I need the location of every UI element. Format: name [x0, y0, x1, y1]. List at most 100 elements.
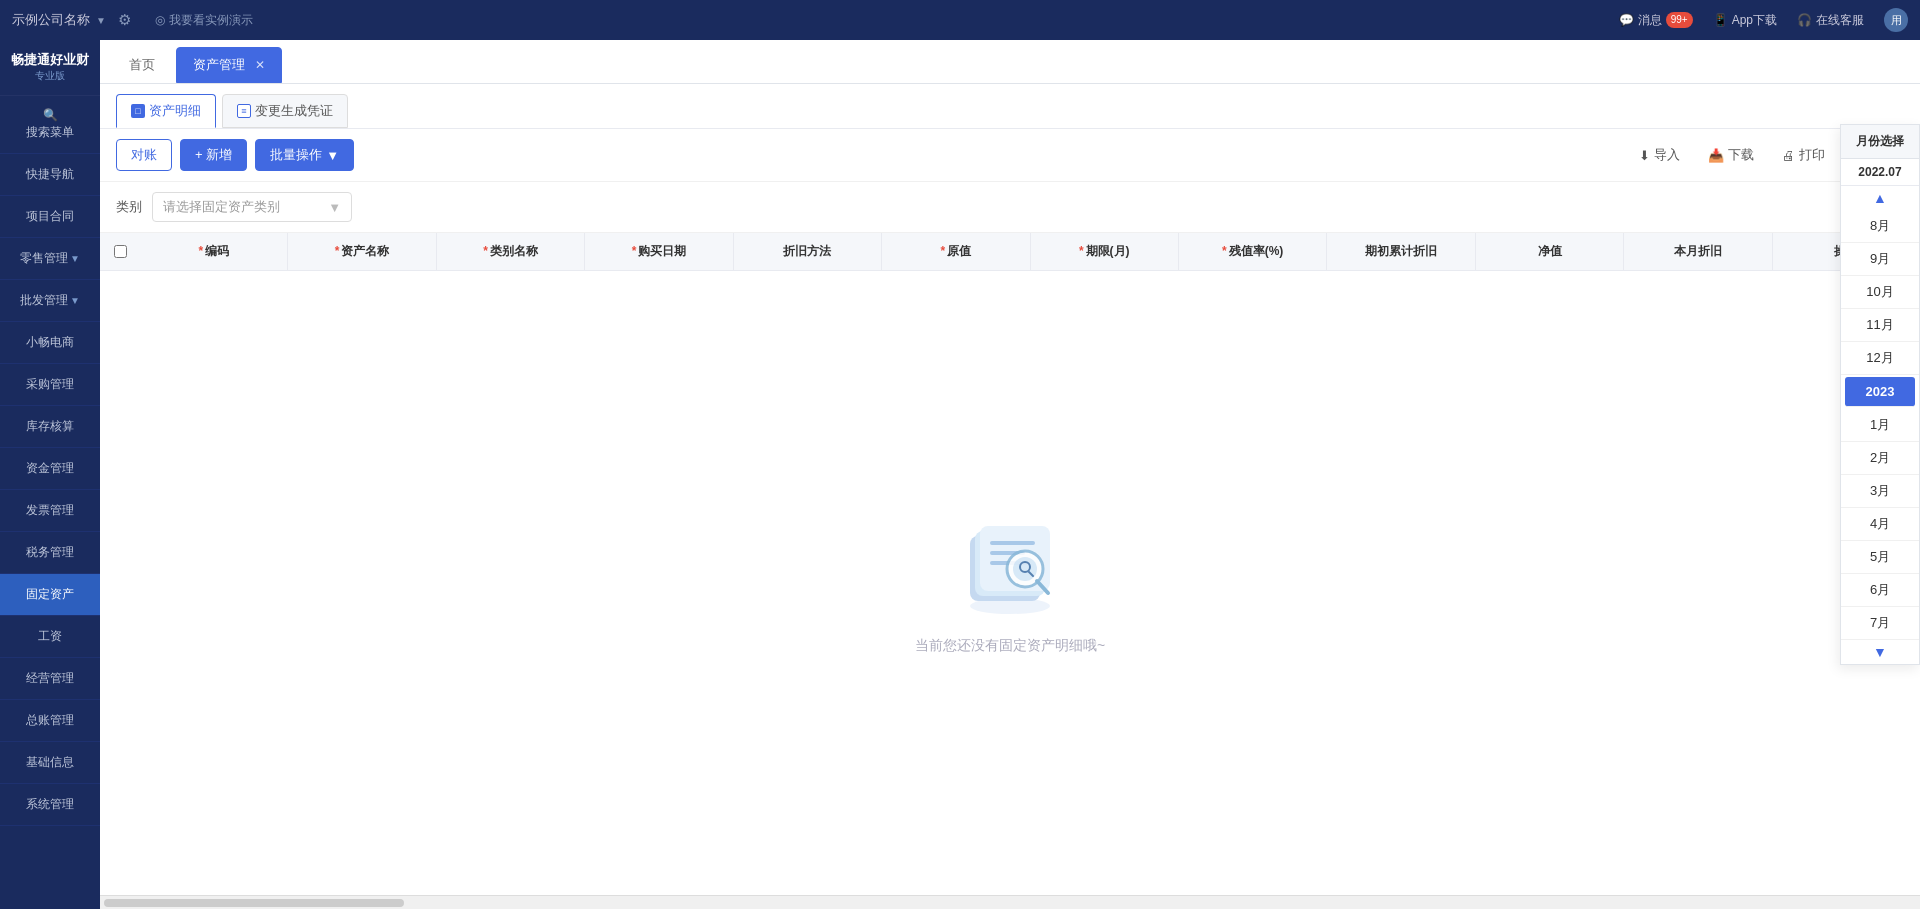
inventory-label: 库存核算	[26, 418, 74, 435]
demo-link[interactable]: ◎ 我要看实例演示	[155, 12, 253, 29]
col-depreciation-method: 折旧方法	[734, 233, 882, 270]
content-area: 首页 资产管理 ✕ □ 资产明细 ≡ 变更生成凭证	[100, 40, 1920, 909]
import-button[interactable]: ⬇ 导入	[1629, 140, 1690, 170]
month-2[interactable]: 2月	[1841, 442, 1919, 475]
wholesale-label: 批发管理	[20, 292, 68, 309]
month-5[interactable]: 5月	[1841, 541, 1919, 574]
sub-tab-change-voucher[interactable]: ≡ 变更生成凭证	[222, 94, 348, 128]
fixed-assets-label: 固定资产	[26, 586, 74, 603]
month-4[interactable]: 4月	[1841, 508, 1919, 541]
required-mark: *	[940, 244, 945, 258]
tab-home[interactable]: 首页	[112, 47, 172, 83]
sidebar-item-basic-info[interactable]: 基础信息	[0, 742, 100, 784]
svg-rect-4	[990, 541, 1035, 545]
sidebar: 畅捷通好业财 专业版 🔍 搜索菜单 快捷导航 项目合同 零售管理 ▼ 批发管理 …	[0, 40, 100, 909]
month-year-2023[interactable]: 2023	[1845, 377, 1915, 407]
sidebar-item-system[interactable]: 系统管理	[0, 784, 100, 826]
month-12[interactable]: 12月	[1841, 342, 1919, 375]
month-9[interactable]: 9月	[1841, 243, 1919, 276]
sidebar-item-ledger[interactable]: 总账管理	[0, 700, 100, 742]
app-download-label: App下载	[1732, 12, 1777, 29]
col-net-value: 净值	[1476, 233, 1624, 270]
sidebar-item-purchase[interactable]: 采购管理	[0, 364, 100, 406]
sidebar-item-retail[interactable]: 零售管理 ▼	[0, 238, 100, 280]
headset-icon: 🎧	[1797, 13, 1812, 27]
sidebar-item-ecommerce[interactable]: 小畅电商	[0, 322, 100, 364]
print-icon: 🖨	[1782, 148, 1795, 163]
add-button[interactable]: + 新增	[180, 139, 247, 171]
table-header: *编码 *资产名称 *类别名称 *购买日期 折旧方法 *原值	[100, 233, 1920, 271]
app-download-button[interactable]: 📱 App下载	[1713, 12, 1777, 29]
sidebar-item-quicknav[interactable]: 快捷导航	[0, 154, 100, 196]
month-1[interactable]: 1月	[1841, 409, 1919, 442]
reconcile-button[interactable]: 对账	[116, 139, 172, 171]
logo-sub: 专业版	[8, 69, 92, 83]
sidebar-item-label: 搜索菜单	[26, 124, 74, 141]
sub-tabs: □ 资产明细 ≡ 变更生成凭证	[100, 84, 1920, 129]
bottom-scrollbar[interactable]	[100, 895, 1920, 909]
empty-illustration	[950, 511, 1070, 621]
month-11[interactable]: 11月	[1841, 309, 1919, 342]
sidebar-item-finance[interactable]: 资金管理	[0, 448, 100, 490]
batch-label: 批量操作	[270, 146, 322, 164]
category-select-arrow-icon: ▼	[328, 200, 341, 215]
company-selector[interactable]: 示例公司名称 ▼	[12, 11, 106, 29]
batch-button[interactable]: 批量操作 ▼	[255, 139, 354, 171]
online-service-button[interactable]: 🎧 在线客服	[1797, 12, 1864, 29]
import-label: 导入	[1654, 146, 1680, 164]
ecommerce-label: 小畅电商	[26, 334, 74, 351]
basic-info-label: 基础信息	[26, 754, 74, 771]
sidebar-item-invoice[interactable]: 发票管理	[0, 490, 100, 532]
svg-point-8	[1013, 557, 1037, 581]
main-wrapper: □ 资产明细 ≡ 变更生成凭证 对账 + 新增 批量操作 ▼	[100, 84, 1920, 909]
month-8[interactable]: 8月	[1841, 210, 1919, 243]
retail-label: 零售管理	[20, 250, 68, 267]
required-mark: *	[1079, 244, 1084, 258]
project-label: 项目合同	[26, 208, 74, 225]
month-7[interactable]: 7月	[1841, 607, 1919, 640]
settings-icon[interactable]: ⚙	[118, 11, 131, 29]
change-voucher-icon: ≡	[237, 104, 251, 118]
category-select[interactable]: 请选择固定资产类别 ▼	[152, 192, 352, 222]
download-button[interactable]: 📥 下载	[1698, 140, 1764, 170]
month-3[interactable]: 3月	[1841, 475, 1919, 508]
sub-tab-asset-detail[interactable]: □ 资产明细	[116, 94, 216, 128]
print-label: 打印	[1799, 146, 1825, 164]
month-panel-year: 2022.07	[1841, 159, 1919, 186]
company-name: 示例公司名称	[12, 11, 90, 29]
company-chevron-icon: ▼	[96, 15, 106, 26]
month-6[interactable]: 6月	[1841, 574, 1919, 607]
sidebar-item-search[interactable]: 🔍 搜索菜单	[0, 96, 100, 154]
month-up-arrow[interactable]: ▲	[1841, 186, 1919, 210]
sidebar-item-tax[interactable]: 税务管理	[0, 532, 100, 574]
scroll-thumb[interactable]	[104, 899, 404, 907]
tab-asset-management[interactable]: 资产管理 ✕	[176, 47, 282, 83]
month-down-arrow[interactable]: ▼	[1841, 640, 1919, 664]
month-10[interactable]: 10月	[1841, 276, 1919, 309]
sidebar-item-fixed-assets[interactable]: 固定资产	[0, 574, 100, 616]
sub-tab-asset-detail-label: 资产明细	[149, 102, 201, 120]
empty-message: 当前您还没有固定资产明细哦~	[915, 637, 1105, 655]
tab-close-icon[interactable]: ✕	[255, 58, 265, 72]
main-layout: 畅捷通好业财 专业版 🔍 搜索菜单 快捷导航 项目合同 零售管理 ▼ 批发管理 …	[0, 40, 1920, 909]
empty-state: 当前您还没有固定资产明细哦~	[100, 271, 1920, 895]
messages-button[interactable]: 💬 消息 99+	[1619, 12, 1693, 29]
asset-detail-icon: □	[131, 104, 145, 118]
sidebar-item-salary[interactable]: 工资	[0, 616, 100, 658]
user-avatar[interactable]: 用	[1884, 8, 1908, 32]
checkbox-input[interactable]	[114, 245, 127, 258]
sidebar-logo: 畅捷通好业财 专业版	[0, 40, 100, 96]
sidebar-item-operations[interactable]: 经营管理	[0, 658, 100, 700]
system-label: 系统管理	[26, 796, 74, 813]
col-original-value: *原值	[882, 233, 1030, 270]
sidebar-item-inventory[interactable]: 库存核算	[0, 406, 100, 448]
col-purchase-date: *购买日期	[585, 233, 733, 270]
sidebar-item-project[interactable]: 项目合同	[0, 196, 100, 238]
print-button[interactable]: 🖨 打印	[1772, 140, 1835, 170]
message-badge: 99+	[1666, 12, 1693, 28]
batch-arrow-icon: ▼	[326, 148, 339, 163]
select-all-checkbox[interactable]	[100, 235, 140, 268]
sidebar-item-wholesale[interactable]: 批发管理 ▼	[0, 280, 100, 322]
filter-bar: 类别 请选择固定资产类别 ▼	[100, 182, 1920, 233]
message-icon: 💬	[1619, 13, 1634, 27]
